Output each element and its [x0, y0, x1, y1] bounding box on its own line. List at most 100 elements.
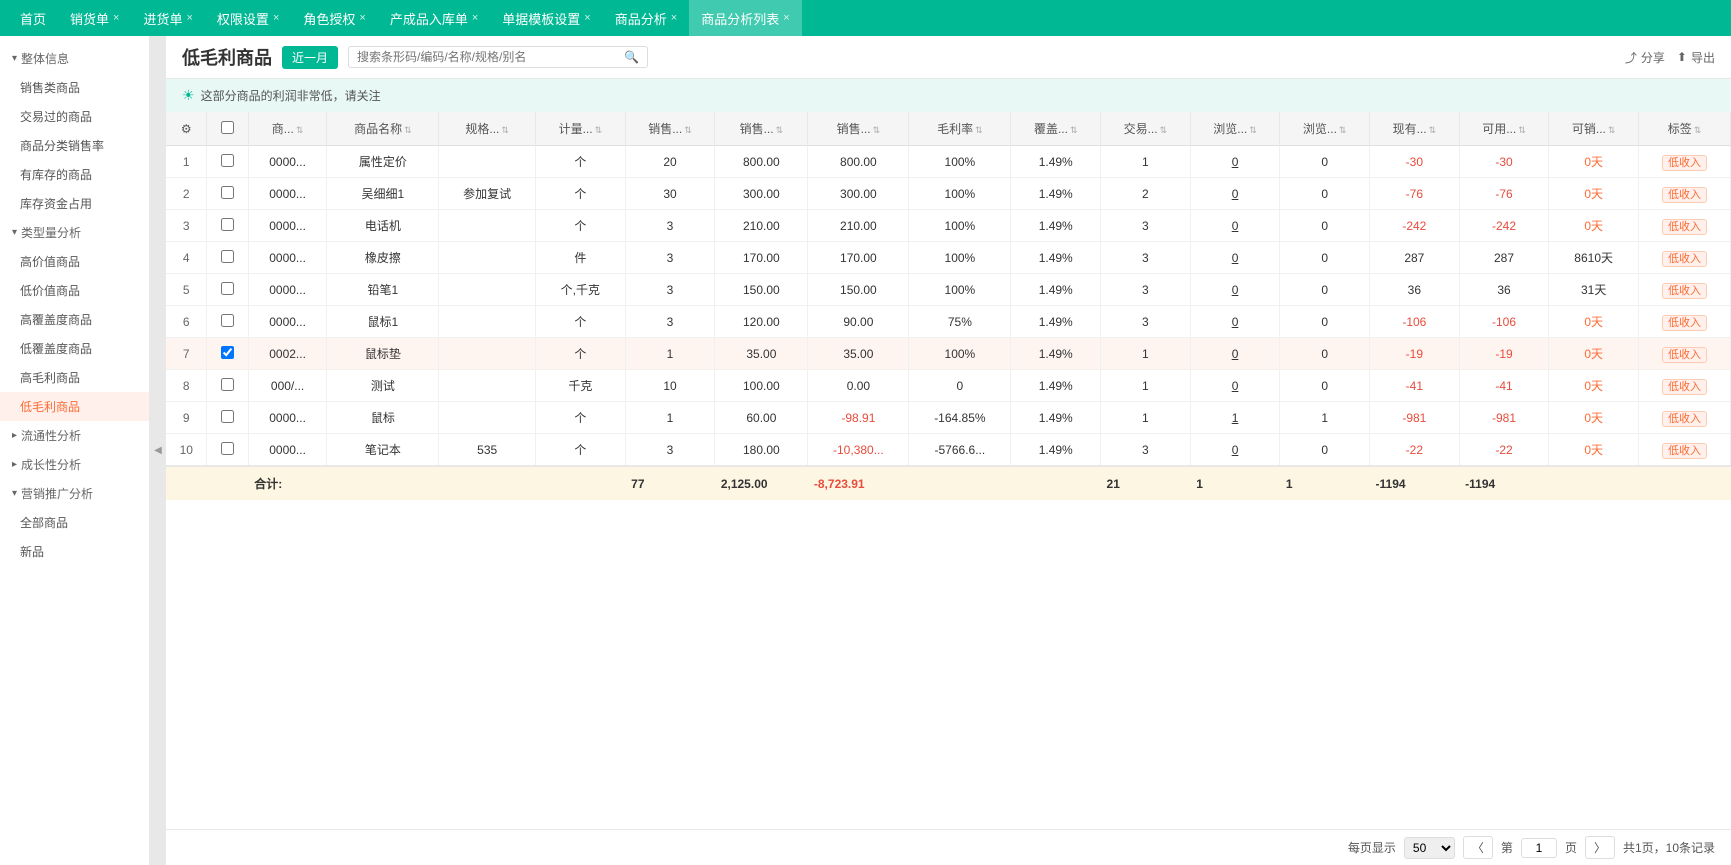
- sidebar-collapse-btn[interactable]: ◀: [150, 36, 166, 865]
- nav-item-销货单[interactable]: 销货单×: [58, 0, 131, 36]
- sidebar-group-整体信息[interactable]: ▾整体信息: [0, 44, 149, 73]
- sidebar-item-低价值商品[interactable]: 低价值商品: [0, 276, 149, 305]
- sidebar-item-高毛利商品[interactable]: 高毛利商品: [0, 363, 149, 392]
- view1[interactable]: 0: [1232, 251, 1239, 265]
- nav-close-icon[interactable]: ×: [186, 12, 192, 24]
- nav-close-icon[interactable]: ×: [113, 12, 119, 24]
- col-header-name[interactable]: 商品名称⇅: [327, 112, 439, 146]
- col-header-gross_margin[interactable]: 毛利率⇅: [909, 112, 1011, 146]
- view1[interactable]: 0: [1232, 347, 1239, 361]
- next-page-btn[interactable]: 〉: [1585, 836, 1615, 859]
- nav-close-icon[interactable]: ×: [783, 12, 789, 24]
- col-header-code[interactable]: 商...⇅: [248, 112, 327, 146]
- page-size-select[interactable]: 50 100 200: [1404, 837, 1455, 859]
- col-header-sales_price[interactable]: 销售...⇅: [715, 112, 808, 146]
- sidebar-group-成长性分析[interactable]: ▸成长性分析: [0, 450, 149, 479]
- col-header-view2[interactable]: 浏览...⇅: [1280, 112, 1370, 146]
- nav-close-icon[interactable]: ×: [472, 12, 478, 24]
- settings-icon[interactable]: ⚙: [181, 122, 192, 136]
- sort-icon[interactable]: ⇅: [1249, 125, 1257, 135]
- col-header-spec[interactable]: 规格...⇅: [439, 112, 536, 146]
- sidebar-item-新品[interactable]: 新品: [0, 537, 149, 566]
- nav-item-单据模板设置[interactable]: 单据模板设置×: [490, 0, 602, 36]
- row-checkbox[interactable]: [221, 250, 234, 263]
- table-row: 50000...铅笔1个,千克3150.00150.00100%1.49%300…: [166, 274, 1731, 306]
- sort-icon[interactable]: ⇅: [404, 125, 412, 135]
- sort-icon[interactable]: ⇅: [1070, 125, 1078, 135]
- row-checkbox[interactable]: [221, 218, 234, 231]
- sidebar-item-高覆盖度商品[interactable]: 高覆盖度商品: [0, 305, 149, 334]
- sort-icon[interactable]: ⇅: [1518, 125, 1526, 135]
- row-checkbox[interactable]: [221, 186, 234, 199]
- nav-item-首页[interactable]: 首页: [8, 0, 58, 36]
- sidebar-item-交易过的商品[interactable]: 交易过的商品: [0, 102, 149, 131]
- view1[interactable]: 0: [1232, 443, 1239, 457]
- share-btn[interactable]: ⤴ 分享: [1625, 49, 1665, 66]
- search-icon[interactable]: 🔍: [624, 50, 639, 64]
- nav-close-icon[interactable]: ×: [359, 12, 365, 24]
- sort-icon[interactable]: ⇅: [501, 125, 509, 135]
- sort-icon[interactable]: ⇅: [776, 125, 784, 135]
- sidebar-item-销售类商品[interactable]: 销售类商品: [0, 73, 149, 102]
- nav-item-进货单[interactable]: 进货单×: [131, 0, 204, 36]
- view1[interactable]: 1: [1232, 411, 1239, 425]
- col-header-current[interactable]: 现有...⇅: [1370, 112, 1460, 146]
- nav-item-产成品入库单[interactable]: 产成品入库单×: [378, 0, 490, 36]
- row-checkbox[interactable]: [221, 314, 234, 327]
- col-header-tag[interactable]: 标签⇅: [1638, 112, 1730, 146]
- view1[interactable]: 0: [1232, 379, 1239, 393]
- sidebar-item-低覆盖度商品[interactable]: 低覆盖度商品: [0, 334, 149, 363]
- page-number-input[interactable]: [1521, 838, 1557, 858]
- sort-icon[interactable]: ⇅: [1694, 125, 1702, 135]
- sort-icon[interactable]: ⇅: [873, 125, 881, 135]
- row-checkbox[interactable]: [221, 154, 234, 167]
- sort-icon[interactable]: ⇅: [1429, 125, 1437, 135]
- sort-icon[interactable]: ⇅: [1160, 125, 1168, 135]
- col-header-sales_amount[interactable]: 销售...⇅: [808, 112, 909, 146]
- nav-close-icon[interactable]: ×: [584, 12, 590, 24]
- col-header-view1[interactable]: 浏览...⇅: [1190, 112, 1280, 146]
- sort-icon[interactable]: ⇅: [595, 125, 603, 135]
- sidebar-item-高价值商品[interactable]: 高价值商品: [0, 247, 149, 276]
- sidebar-group-类型量分析[interactable]: ▾类型量分析: [0, 218, 149, 247]
- sort-icon[interactable]: ⇅: [975, 125, 983, 135]
- nav-item-商品分析列表[interactable]: 商品分析列表×: [689, 0, 801, 36]
- select-all-checkbox[interactable]: [221, 121, 234, 134]
- nav-item-权限设置[interactable]: 权限设置×: [205, 0, 291, 36]
- col-header-unit[interactable]: 计量...⇅: [536, 112, 626, 146]
- row-checkbox[interactable]: [221, 282, 234, 295]
- prev-page-btn[interactable]: 〈: [1463, 836, 1493, 859]
- sidebar-item-低毛利商品[interactable]: 低毛利商品: [0, 392, 149, 421]
- nav-item-商品分析[interactable]: 商品分析×: [603, 0, 689, 36]
- sort-icon[interactable]: ⇅: [1608, 125, 1616, 135]
- view1[interactable]: 0: [1232, 155, 1239, 169]
- export-btn[interactable]: ⬆ 导出: [1677, 49, 1715, 66]
- nav-close-icon[interactable]: ×: [273, 12, 279, 24]
- nav-item-角色授权[interactable]: 角色授权×: [291, 0, 377, 36]
- view1[interactable]: 0: [1232, 219, 1239, 233]
- view1[interactable]: 0: [1232, 315, 1239, 329]
- sidebar-item-有库存的商品[interactable]: 有库存的商品: [0, 160, 149, 189]
- search-input[interactable]: [357, 50, 618, 64]
- row-checkbox[interactable]: [221, 346, 234, 359]
- sidebar-group-流通性分析[interactable]: ▸流通性分析: [0, 421, 149, 450]
- row-checkbox[interactable]: [221, 378, 234, 391]
- sort-icon[interactable]: ⇅: [684, 125, 692, 135]
- col-header-trade_count[interactable]: 交易...⇅: [1101, 112, 1191, 146]
- row-checkbox[interactable]: [221, 442, 234, 455]
- view1[interactable]: 0: [1232, 283, 1239, 297]
- sort-icon[interactable]: ⇅: [296, 125, 304, 135]
- col-header-available[interactable]: 可用...⇅: [1459, 112, 1549, 146]
- sidebar-item-全部商品[interactable]: 全部商品: [0, 508, 149, 537]
- col-header-coverage[interactable]: 覆盖...⇅: [1011, 112, 1101, 146]
- sidebar-group-营销推广分析[interactable]: ▾营销推广分析: [0, 479, 149, 508]
- col-header-sales_qty[interactable]: 销售...⇅: [625, 112, 715, 146]
- col-header-saleable[interactable]: 可销...⇅: [1549, 112, 1639, 146]
- sidebar-item-商品分类销售率[interactable]: 商品分类销售率: [0, 131, 149, 160]
- view1[interactable]: 0: [1232, 187, 1239, 201]
- nav-close-icon[interactable]: ×: [671, 12, 677, 24]
- row-checkbox[interactable]: [221, 410, 234, 423]
- sidebar-item-库存资金占用[interactable]: 库存资金占用: [0, 189, 149, 218]
- period-filter-btn[interactable]: 近一月: [282, 46, 338, 69]
- sort-icon[interactable]: ⇅: [1339, 125, 1347, 135]
